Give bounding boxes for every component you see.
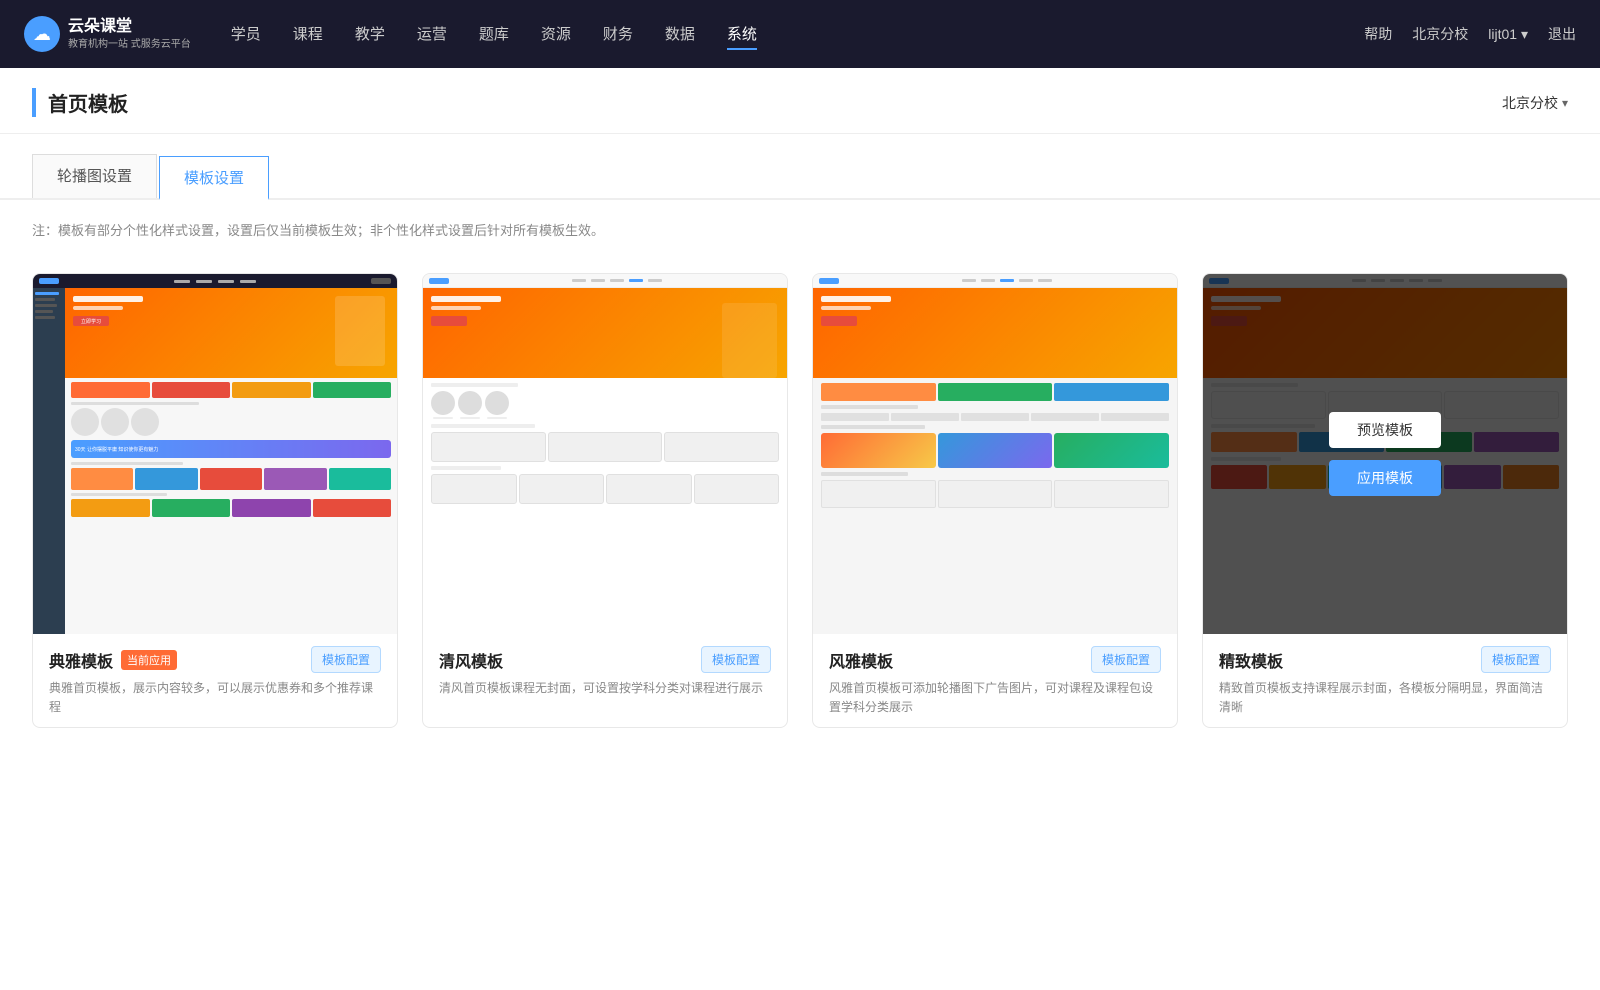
tab-bar: 轮播图设置 模板设置 [0,134,1600,200]
template-1-badge: 当前应用 [121,650,177,670]
tab-template[interactable]: 模板设置 [159,156,269,200]
template-preview-3: 预览模板 应用模板 [813,274,1177,634]
template-2-name-row: 清风模板 模板配置 [439,646,771,673]
template-4-footer: 精致模板 模板配置 精致首页模板支持课程展示封面，各模板分隔明显，界面简洁清晰 [1203,634,1567,727]
school-selector[interactable]: 北京分校 ▾ [1502,93,1568,113]
nav-logout[interactable]: 退出 [1548,24,1576,44]
template-preview-2: 预览模板 应用模板 [423,274,787,634]
template-1-desc: 典雅首页模板，展示内容较多，可以展示优惠券和多个推荐课程 [49,679,381,717]
template-3-footer: 风雅模板 模板配置 风雅首页模板可添加轮播图下广告图片，可对课程及课程包设置学科… [813,634,1177,727]
template-2-footer: 清风模板 模板配置 清风首页模板课程无封面，可设置按学科分类对课程进行展示 [423,634,787,708]
nav-item-resources[interactable]: 资源 [541,19,571,50]
template-card-1[interactable]: 立即学习 [32,273,398,728]
page-header: 首页模板 北京分校 ▾ [0,68,1600,134]
template-1-name-row: 典雅模板 当前应用 模板配置 [49,646,381,673]
nav-item-operations[interactable]: 运营 [417,19,447,50]
nav-bar: ☁ 云朵课堂 教育机构一站 式服务云平台 学员 课程 教学 运营 题库 资源 财… [0,0,1600,68]
apply-button-2[interactable]: 应用模板 [549,460,661,496]
apply-button-3[interactable]: 应用模板 [939,460,1051,496]
template-3-desc: 风雅首页模板可添加轮播图下广告图片，可对课程及课程包设置学科分类展示 [829,679,1161,717]
nav-school[interactable]: 北京分校 [1412,24,1468,44]
logo-text: 云朵课堂 教育机构一站 式服务云平台 [68,17,191,51]
template-4-config-btn[interactable]: 模板配置 [1481,646,1551,673]
apply-button-1[interactable]: 应用模板 [159,460,271,496]
apply-button-4[interactable]: 应用模板 [1329,460,1441,496]
preview-button-1[interactable]: 预览模板 [159,412,271,448]
preview-button-3[interactable]: 预览模板 [939,412,1051,448]
template-3-name-row: 风雅模板 模板配置 [829,646,1161,673]
nav-item-data[interactable]: 数据 [665,19,695,50]
nav-help[interactable]: 帮助 [1364,24,1392,44]
chevron-down-icon: ▾ [1562,96,1568,110]
nav-item-courses[interactable]: 课程 [293,19,323,50]
templates-grid: 立即学习 [0,249,1600,768]
template-2-config-btn[interactable]: 模板配置 [701,646,771,673]
page-content: 首页模板 北京分校 ▾ 轮播图设置 模板设置 注：模板有部分个性化样式设置，设置… [0,68,1600,990]
template-1-config-btn[interactable]: 模板配置 [311,646,381,673]
template-1-footer: 典雅模板 当前应用 模板配置 典雅首页模板，展示内容较多，可以展示优惠券和多个推… [33,634,397,727]
preview-button-4[interactable]: 预览模板 [1329,412,1441,448]
nav-item-finance[interactable]: 财务 [603,19,633,50]
tab-carousel[interactable]: 轮播图设置 [32,154,157,198]
template-2-desc: 清风首页模板课程无封面，可设置按学科分类对课程进行展示 [439,679,771,698]
nav-item-system[interactable]: 系统 [727,19,757,50]
template-4-name-row: 精致模板 模板配置 [1219,646,1551,673]
template-preview-4: 预览模板 应用模板 [1203,274,1567,634]
template-preview-1: 立即学习 [33,274,397,634]
template-4-name: 精致模板 [1219,648,1283,672]
nav-item-questions[interactable]: 题库 [479,19,509,50]
template-card-4[interactable]: 预览模板 应用模板 精致模板 模板配置 精致首页模板支持课程展示封面，各模板分隔… [1202,273,1568,728]
template-card-2[interactable]: 预览模板 应用模板 清风模板 模板配置 清风首页模板课程无封面，可设置按学科分类… [422,273,788,728]
template-1-name: 典雅模板 [49,648,113,672]
template-2-name: 清风模板 [439,648,503,672]
logo-icon: ☁ [24,16,60,52]
nav-user[interactable]: lijt01 ▾ [1488,26,1528,43]
preview-button-2[interactable]: 预览模板 [549,412,661,448]
nav-item-students[interactable]: 学员 [231,19,261,50]
nav-right: 帮助 北京分校 lijt01 ▾ 退出 [1364,24,1576,44]
template-3-name: 风雅模板 [829,648,893,672]
nav-logo[interactable]: ☁ 云朵课堂 教育机构一站 式服务云平台 [24,16,191,52]
page-title: 首页模板 [32,88,128,117]
nav-item-teaching[interactable]: 教学 [355,19,385,50]
template-3-config-btn[interactable]: 模板配置 [1091,646,1161,673]
template-card-3[interactable]: 预览模板 应用模板 风雅模板 模板配置 风雅首页模板可添加轮播图下广告图片，可对… [812,273,1178,728]
page-note: 注：模板有部分个性化样式设置，设置后仅当前模板生效；非个性化样式设置后针对所有模… [0,200,1600,249]
nav-menu: 学员 课程 教学 运营 题库 资源 财务 数据 系统 [231,19,1365,50]
template-4-desc: 精致首页模板支持课程展示封面，各模板分隔明显，界面简洁清晰 [1219,679,1551,717]
template-4-overlay: 预览模板 应用模板 [1203,274,1567,634]
